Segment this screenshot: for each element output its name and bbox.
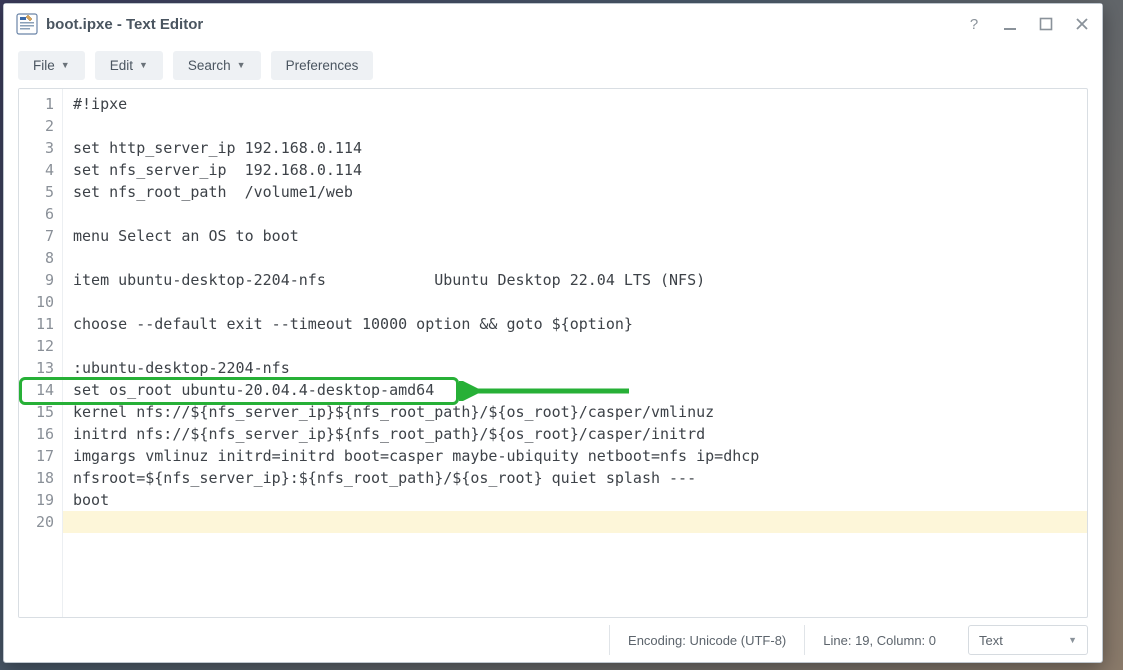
line-number: 10: [19, 291, 62, 313]
status-encoding: Encoding: Unicode (UTF-8): [609, 625, 804, 655]
line-number: 17: [19, 445, 62, 467]
line-number: 13: [19, 357, 62, 379]
code-line[interactable]: :ubuntu-desktop-2204-nfs: [73, 357, 1087, 379]
code-line[interactable]: kernel nfs://${nfs_server_ip}${nfs_root_…: [73, 401, 1087, 423]
app-icon: [16, 13, 38, 35]
code-content[interactable]: #!ipxe set http_server_ip 192.168.0.114s…: [63, 89, 1087, 617]
line-number: 8: [19, 247, 62, 269]
line-number: 14: [19, 379, 62, 401]
chevron-down-icon: ▼: [1068, 635, 1077, 645]
file-menu-label: File: [33, 58, 55, 73]
code-line[interactable]: [73, 291, 1087, 313]
line-number: 11: [19, 313, 62, 335]
line-number: 1: [19, 93, 62, 115]
code-line[interactable]: boot: [73, 489, 1087, 511]
code-line[interactable]: set http_server_ip 192.168.0.114: [73, 137, 1087, 159]
status-position: Line: 19, Column: 0: [804, 625, 954, 655]
statusbar: Encoding: Unicode (UTF-8) Line: 19, Colu…: [4, 618, 1102, 662]
code-line[interactable]: #!ipxe: [73, 93, 1087, 115]
file-menu-button[interactable]: File ▼: [18, 51, 85, 80]
toolbar: File ▼ Edit ▼ Search ▼ Preferences: [4, 44, 1102, 88]
search-menu-button[interactable]: Search ▼: [173, 51, 261, 80]
code-line[interactable]: [73, 203, 1087, 225]
line-number: 3: [19, 137, 62, 159]
code-line[interactable]: item ubuntu-desktop-2204-nfs Ubuntu Desk…: [73, 269, 1087, 291]
code-line[interactable]: initrd nfs://${nfs_server_ip}${nfs_root_…: [73, 423, 1087, 445]
close-icon[interactable]: [1074, 16, 1090, 32]
code-line[interactable]: menu Select an OS to boot: [73, 225, 1087, 247]
titlebar: boot.ipxe - Text Editor ?: [4, 4, 1102, 44]
line-number: 15: [19, 401, 62, 423]
maximize-icon[interactable]: [1038, 16, 1054, 32]
window-title: boot.ipxe - Text Editor: [46, 16, 203, 33]
editor-area[interactable]: 1234567891011121314151617181920 #!ipxe s…: [18, 88, 1088, 618]
line-number: 7: [19, 225, 62, 247]
edit-menu-label: Edit: [110, 58, 133, 73]
chevron-down-icon: ▼: [237, 60, 246, 70]
line-number: 6: [19, 203, 62, 225]
code-line[interactable]: [73, 335, 1087, 357]
line-number: 16: [19, 423, 62, 445]
code-line[interactable]: [63, 511, 1087, 533]
code-line[interactable]: set nfs_root_path /volume1/web: [73, 181, 1087, 203]
code-line[interactable]: imgargs vmlinuz initrd=initrd boot=caspe…: [73, 445, 1087, 467]
language-select-label: Text: [979, 633, 1003, 648]
line-number: 5: [19, 181, 62, 203]
code-line[interactable]: set os_root ubuntu-20.04.4-desktop-amd64: [73, 379, 1087, 401]
line-number: 18: [19, 467, 62, 489]
code-line[interactable]: [73, 533, 1087, 555]
help-icon[interactable]: ?: [966, 16, 982, 32]
code-line[interactable]: [73, 115, 1087, 137]
preferences-label: Preferences: [286, 58, 359, 73]
code-line[interactable]: choose --default exit --timeout 10000 op…: [73, 313, 1087, 335]
code-line[interactable]: set nfs_server_ip 192.168.0.114: [73, 159, 1087, 181]
line-number: 9: [19, 269, 62, 291]
minimize-icon[interactable]: [1002, 16, 1018, 32]
chevron-down-icon: ▼: [139, 60, 148, 70]
line-number: 19: [19, 489, 62, 511]
window-controls: ?: [966, 16, 1090, 32]
language-select[interactable]: Text ▼: [968, 625, 1088, 655]
line-number: 12: [19, 335, 62, 357]
line-number: 20: [19, 511, 62, 533]
chevron-down-icon: ▼: [61, 60, 70, 70]
line-number: 4: [19, 159, 62, 181]
editor-window: boot.ipxe - Text Editor ? File ▼ Ed: [3, 3, 1103, 663]
code-line[interactable]: [73, 247, 1087, 269]
edit-menu-button[interactable]: Edit ▼: [95, 51, 163, 80]
preferences-button[interactable]: Preferences: [271, 51, 374, 80]
search-menu-label: Search: [188, 58, 231, 73]
code-line[interactable]: nfsroot=${nfs_server_ip}:${nfs_root_path…: [73, 467, 1087, 489]
line-number: 2: [19, 115, 62, 137]
line-number-gutter: 1234567891011121314151617181920: [19, 89, 63, 617]
